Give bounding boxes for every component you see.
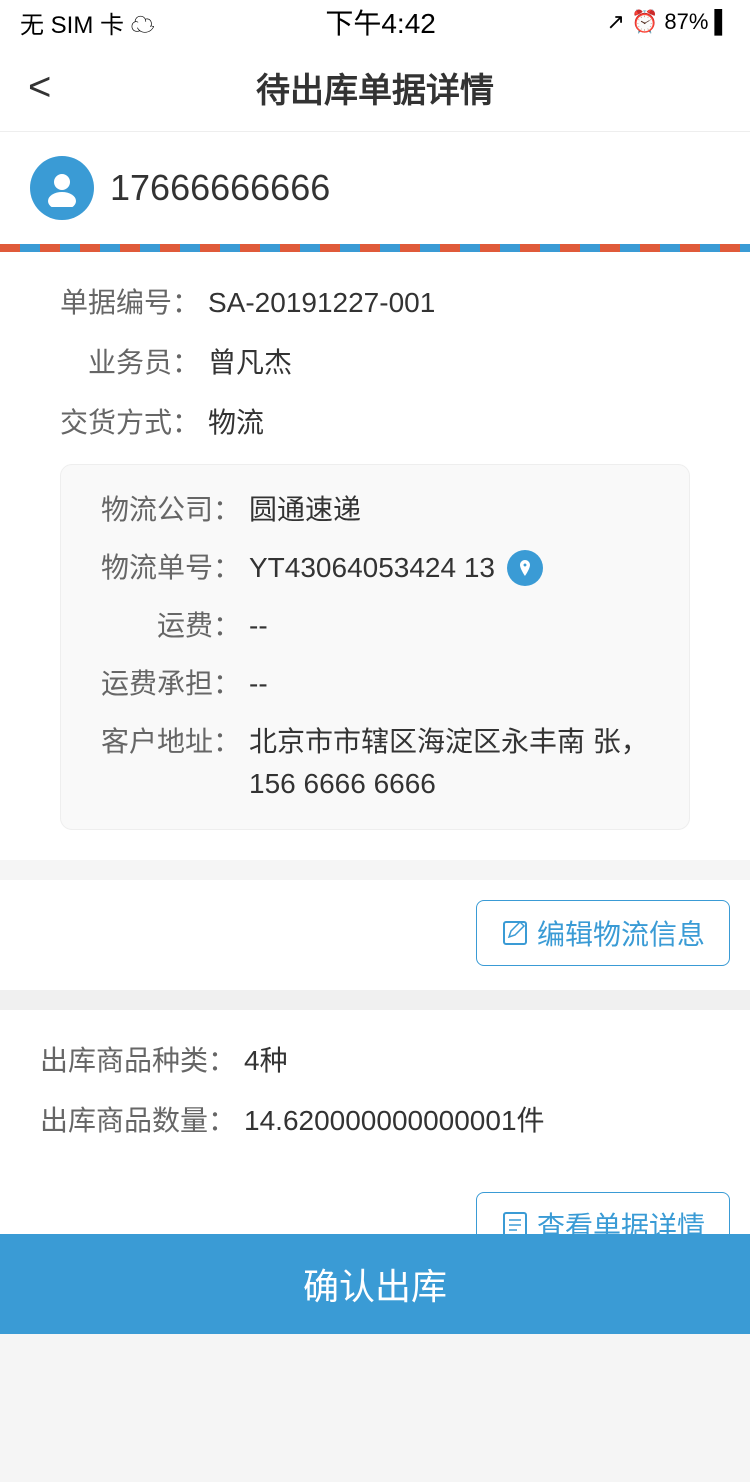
confirm-button-area[interactable]: 确认出库 — [0, 1234, 750, 1334]
edit-logistics-button[interactable]: 编辑物流信息 — [476, 900, 730, 966]
battery-icon: ▌ — [714, 9, 730, 35]
section-divider — [0, 990, 750, 1010]
logistics-address-label: 客户地址： — [81, 721, 241, 763]
user-header: 17666666666 — [0, 132, 750, 244]
back-button[interactable]: < — [28, 65, 51, 110]
goods-quantity-value: 14.620000000000001件 — [244, 1100, 710, 1142]
logistics-freight-row: 运费： -- — [81, 605, 669, 647]
logistics-card: 物流公司： 圆通速递 物流单号： YT43064053424 13 运费： --… — [60, 464, 690, 830]
delivery-row: 交货方式： 物流 — [40, 402, 710, 444]
delivery-value: 物流 — [208, 402, 710, 444]
goods-section: 出库商品种类： 4种 出库商品数量： 14.620000000000001件 — [0, 1010, 750, 1172]
user-phone: 17666666666 — [110, 167, 330, 209]
document-info-section: 单据编号： SA-20191227-001 业务员： 曾凡杰 交货方式： 物流 … — [0, 252, 750, 860]
status-left: 无 SIM 卡 ☁ — [20, 5, 155, 40]
dashed-divider — [0, 244, 750, 252]
tracking-location-icon[interactable] — [507, 550, 543, 586]
avatar — [30, 156, 94, 220]
confirm-button-label: 确认出库 — [303, 1258, 447, 1310]
logistics-freight-bearer-row: 运费承担： -- — [81, 663, 669, 705]
logistics-freight-label: 运费： — [81, 605, 241, 647]
document-number-label: 单据编号： — [40, 282, 200, 324]
logistics-tracking-value: YT43064053424 13 — [249, 547, 669, 589]
sim-status: 无 SIM 卡 ☁ — [20, 5, 155, 40]
logistics-freight-bearer-value: -- — [249, 663, 669, 705]
salesman-value: 曾凡杰 — [208, 342, 710, 384]
goods-types-value: 4种 — [244, 1040, 710, 1082]
logistics-freight-value: -- — [249, 605, 669, 647]
logistics-company-value: 圆通速递 — [249, 489, 669, 531]
goods-types-row: 出库商品种类： 4种 — [40, 1040, 710, 1082]
delivery-label: 交货方式： — [40, 402, 200, 444]
salesman-label: 业务员： — [40, 342, 200, 384]
goods-quantity-label: 出库商品数量： — [40, 1100, 236, 1142]
alarm-icon: ⏰ — [631, 9, 658, 35]
salesman-row: 业务员： 曾凡杰 — [40, 342, 710, 384]
goods-quantity-row: 出库商品数量： 14.620000000000001件 — [40, 1100, 710, 1142]
edit-btn-row: 编辑物流信息 — [0, 880, 750, 990]
edit-icon — [501, 919, 529, 947]
status-right: ↗ ⏰ 87% ▌ — [607, 9, 730, 35]
logistics-tracking-label: 物流单号： — [81, 547, 241, 589]
status-time: 下午4:42 — [325, 2, 436, 42]
nav-bar: < 待出库单据详情 — [0, 44, 750, 132]
page-title: 待出库单据详情 — [256, 63, 494, 112]
logistics-company-row: 物流公司： 圆通速递 — [81, 489, 669, 531]
location-icon: ↗ — [607, 9, 625, 35]
goods-types-label: 出库商品种类： — [40, 1040, 236, 1082]
logistics-address-row: 客户地址： 北京市市辖区海淀区永丰南 张，156 6666 6666 — [81, 721, 669, 805]
status-bar: 无 SIM 卡 ☁ 下午4:42 ↗ ⏰ 87% ▌ — [0, 0, 750, 44]
logistics-tracking-row: 物流单号： YT43064053424 13 — [81, 547, 669, 589]
logistics-freight-bearer-label: 运费承担： — [81, 663, 241, 705]
logistics-address-value: 北京市市辖区海淀区永丰南 张，156 6666 6666 — [249, 721, 669, 805]
battery-level: 87% — [664, 9, 708, 35]
document-number-value: SA-20191227-001 — [208, 282, 710, 324]
document-number-row: 单据编号： SA-20191227-001 — [40, 282, 710, 324]
logistics-company-label: 物流公司： — [81, 489, 241, 531]
